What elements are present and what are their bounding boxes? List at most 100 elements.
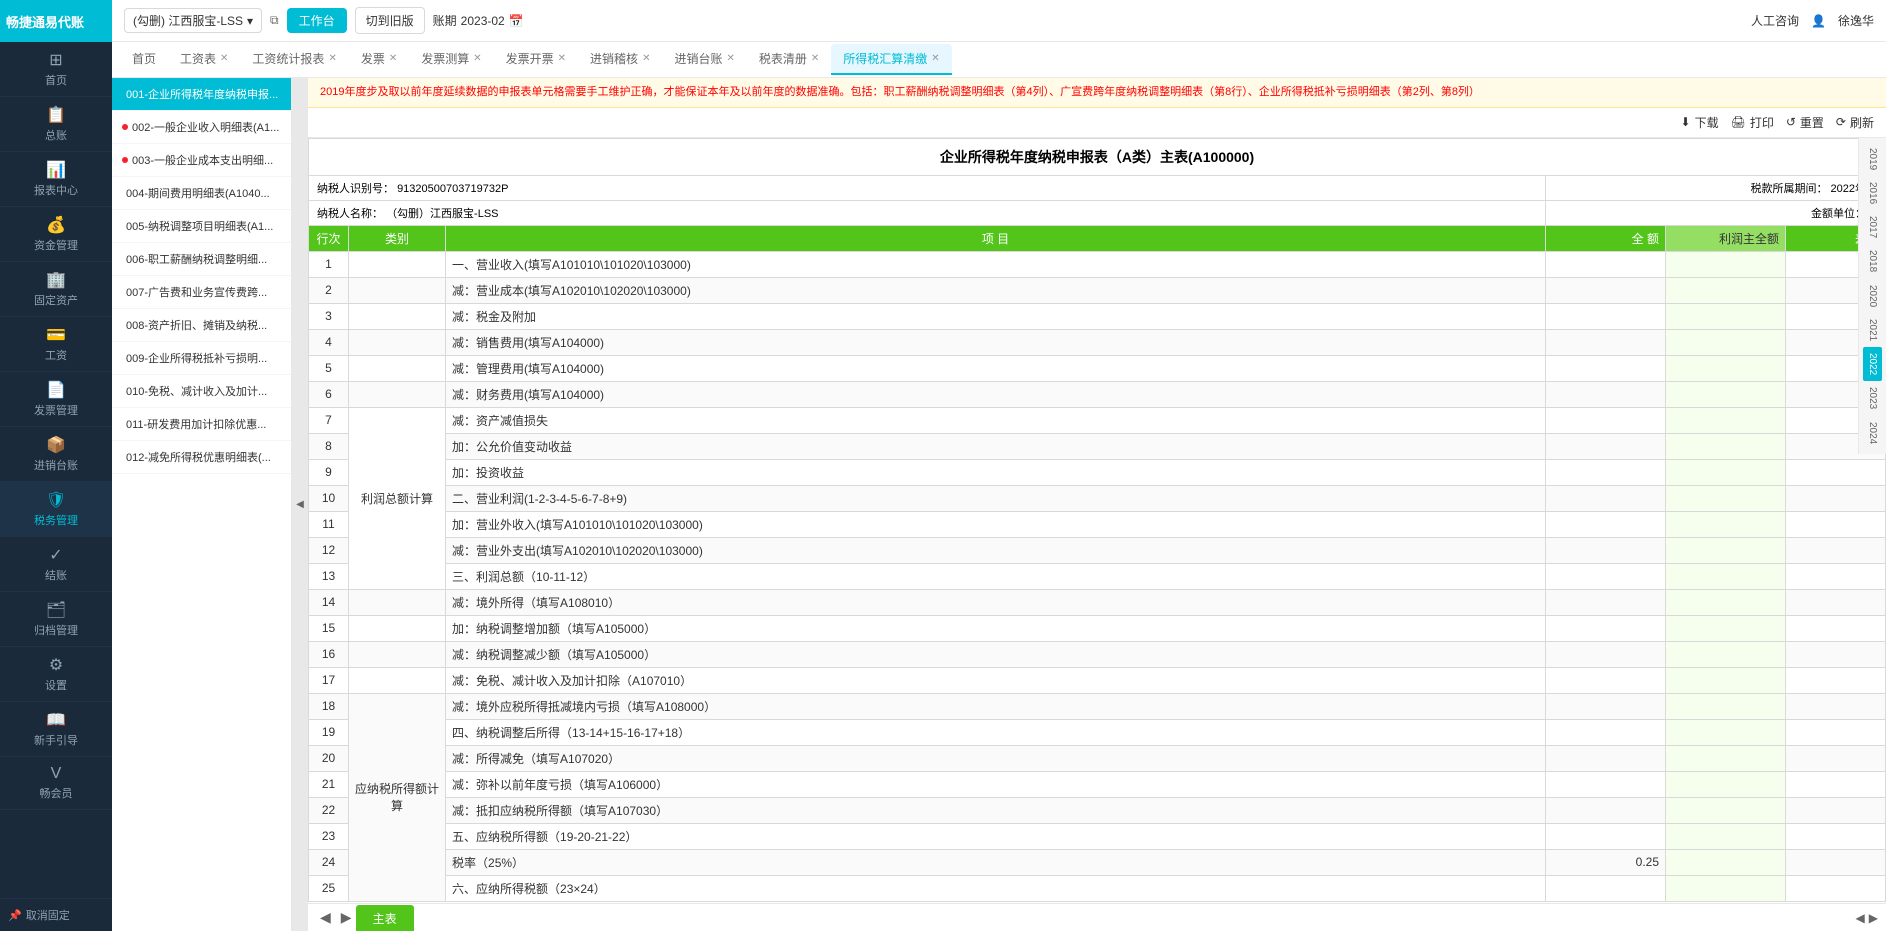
- year-item-2019[interactable]: 2019: [1863, 142, 1882, 176]
- tab-close-payroll[interactable]: ✕: [220, 53, 228, 64]
- sidebar-item-assets[interactable]: 🏢固定资产: [0, 262, 112, 317]
- cell-lirun-11[interactable]: [1666, 511, 1786, 537]
- tab-payroll_stats[interactable]: 工资统计报表✕: [240, 44, 348, 75]
- cell-chayi-19[interactable]: [1786, 719, 1886, 745]
- cell-chayi-13[interactable]: [1786, 563, 1886, 589]
- form-list-item-009[interactable]: 009-企业所得税抵补亏损明...: [112, 342, 291, 375]
- cell-lirun-8[interactable]: [1666, 433, 1786, 459]
- page-next-btn[interactable]: ▶: [1869, 911, 1878, 925]
- sidebar-item-close[interactable]: ✓结账: [0, 537, 112, 592]
- cell-chayi-17[interactable]: [1786, 667, 1886, 693]
- collapse-panel-btn[interactable]: ◀: [292, 78, 308, 931]
- sidebar-item-invoice_mgmt[interactable]: 📄发票管理: [0, 372, 112, 427]
- cell-quane-23[interactable]: [1546, 823, 1666, 849]
- cell-lirun-25[interactable]: [1666, 875, 1786, 901]
- cell-quane-11[interactable]: [1546, 511, 1666, 537]
- tab-invoice_issue[interactable]: 发票开票✕: [494, 44, 578, 75]
- cell-quane-3[interactable]: [1546, 303, 1666, 329]
- work-area-button[interactable]: 工作台: [287, 8, 347, 33]
- cell-lirun-18[interactable]: [1666, 693, 1786, 719]
- cell-chayi-23[interactable]: [1786, 823, 1886, 849]
- sidebar-item-report[interactable]: 📊报表中心: [0, 152, 112, 207]
- cell-quane-8[interactable]: [1546, 433, 1666, 459]
- sidebar-item-archive[interactable]: 🗂归档管理: [0, 592, 112, 647]
- cell-quane-24[interactable]: 0.25: [1546, 849, 1666, 875]
- tab-sales_ledger[interactable]: 进销台账✕: [662, 44, 746, 75]
- cell-lirun-9[interactable]: [1666, 459, 1786, 485]
- tab-close-payroll_stats[interactable]: ✕: [328, 53, 336, 64]
- prev-page-arrow[interactable]: ◀: [316, 907, 335, 928]
- cell-lirun-13[interactable]: [1666, 563, 1786, 589]
- cell-chayi-25[interactable]: [1786, 875, 1886, 901]
- cell-lirun-1[interactable]: [1666, 251, 1786, 277]
- form-list-item-002[interactable]: 002-一般企业收入明细表(A1...: [112, 111, 291, 144]
- sidebar-item-guide[interactable]: 📖新手引导: [0, 702, 112, 757]
- sidebar-item-member[interactable]: V畅会员: [0, 757, 112, 810]
- cell-quane-15[interactable]: [1546, 615, 1666, 641]
- cell-chayi-14[interactable]: [1786, 589, 1886, 615]
- cell-chayi-18[interactable]: [1786, 693, 1886, 719]
- cell-quane-17[interactable]: [1546, 667, 1666, 693]
- year-item-2023[interactable]: 2023: [1863, 381, 1882, 415]
- year-item-2022[interactable]: 2022: [1863, 347, 1882, 381]
- tab-tax_clearance[interactable]: 税表清册✕: [747, 44, 831, 75]
- cell-chayi-21[interactable]: [1786, 771, 1886, 797]
- cell-quane-20[interactable]: [1546, 745, 1666, 771]
- cell-quane-6[interactable]: [1546, 381, 1666, 407]
- table-container[interactable]: 企业所得税年度纳税申报表（A类）主表(A100000) 纳税人识别号： 9132…: [308, 138, 1886, 904]
- cell-quane-19[interactable]: [1546, 719, 1666, 745]
- sidebar-item-tax[interactable]: 🛡税务管理: [0, 482, 112, 537]
- year-item-2017[interactable]: 2017: [1863, 210, 1882, 244]
- form-list-item-010[interactable]: 010-免税、减计收入及加计...: [112, 375, 291, 408]
- cell-quane-12[interactable]: [1546, 537, 1666, 563]
- cell-chayi-24[interactable]: [1786, 849, 1886, 875]
- year-item-2021[interactable]: 2021: [1863, 313, 1882, 347]
- cell-lirun-3[interactable]: [1666, 303, 1786, 329]
- year-item-2018[interactable]: 2018: [1863, 244, 1882, 278]
- tab-close-tax_clearance[interactable]: ✕: [811, 53, 819, 64]
- cell-chayi-20[interactable]: [1786, 745, 1886, 771]
- sidebar-item-sales[interactable]: 📦进销台账: [0, 427, 112, 482]
- calendar-icon[interactable]: 📅: [509, 14, 524, 28]
- tab-close-income_tax[interactable]: ✕: [931, 53, 939, 64]
- year-item-2024[interactable]: 2024: [1863, 416, 1882, 450]
- cell-quane-22[interactable]: [1546, 797, 1666, 823]
- cell-chayi-9[interactable]: [1786, 459, 1886, 485]
- cell-lirun-10[interactable]: [1666, 485, 1786, 511]
- switch-old-button[interactable]: 切到旧版: [355, 7, 425, 34]
- tab-income_tax[interactable]: 所得税汇算清缴✕: [831, 44, 951, 75]
- ai-consultant[interactable]: 人工咨询: [1751, 12, 1799, 29]
- tab-invoice_calc[interactable]: 发票测算✕: [409, 44, 493, 75]
- form-list-item-012[interactable]: 012-减免所得税优惠明细表(...: [112, 441, 291, 474]
- cell-quane-5[interactable]: [1546, 355, 1666, 381]
- tab-sales_verify[interactable]: 进销稽核✕: [578, 44, 662, 75]
- form-list-item-004[interactable]: 004-期间费用明细表(A1040...: [112, 177, 291, 210]
- cell-chayi-11[interactable]: [1786, 511, 1886, 537]
- cell-lirun-23[interactable]: [1666, 823, 1786, 849]
- sidebar-item-ledger[interactable]: 📋总账: [0, 97, 112, 152]
- cell-lirun-19[interactable]: [1666, 719, 1786, 745]
- tab-invoice[interactable]: 发票✕: [349, 44, 409, 75]
- next-page-arrow[interactable]: ▶: [337, 907, 356, 928]
- cell-chayi-10[interactable]: [1786, 485, 1886, 511]
- cell-quane-25[interactable]: [1546, 875, 1666, 901]
- sidebar-item-capital[interactable]: 💰资金管理: [0, 207, 112, 262]
- cell-chayi-12[interactable]: [1786, 537, 1886, 563]
- cell-lirun-7[interactable]: [1666, 407, 1786, 433]
- cell-lirun-12[interactable]: [1666, 537, 1786, 563]
- cell-quane-14[interactable]: [1546, 589, 1666, 615]
- cell-lirun-2[interactable]: [1666, 277, 1786, 303]
- cell-quane-9[interactable]: [1546, 459, 1666, 485]
- cell-lirun-24[interactable]: [1666, 849, 1786, 875]
- sidebar-item-home[interactable]: ⊞首页: [0, 42, 112, 97]
- cell-lirun-22[interactable]: [1666, 797, 1786, 823]
- year-item-2016[interactable]: 2016: [1863, 176, 1882, 210]
- form-list-item-008[interactable]: 008-资产折旧、摊销及纳税...: [112, 309, 291, 342]
- tab-close-invoice[interactable]: ✕: [389, 53, 397, 64]
- cell-quane-21[interactable]: [1546, 771, 1666, 797]
- copy-icon[interactable]: ⧉: [270, 13, 279, 28]
- tab-close-sales_verify[interactable]: ✕: [642, 53, 650, 64]
- cell-quane-4[interactable]: [1546, 329, 1666, 355]
- refresh-button[interactable]: ⟳ 刷新: [1836, 114, 1874, 131]
- tab-close-sales_ledger[interactable]: ✕: [726, 53, 734, 64]
